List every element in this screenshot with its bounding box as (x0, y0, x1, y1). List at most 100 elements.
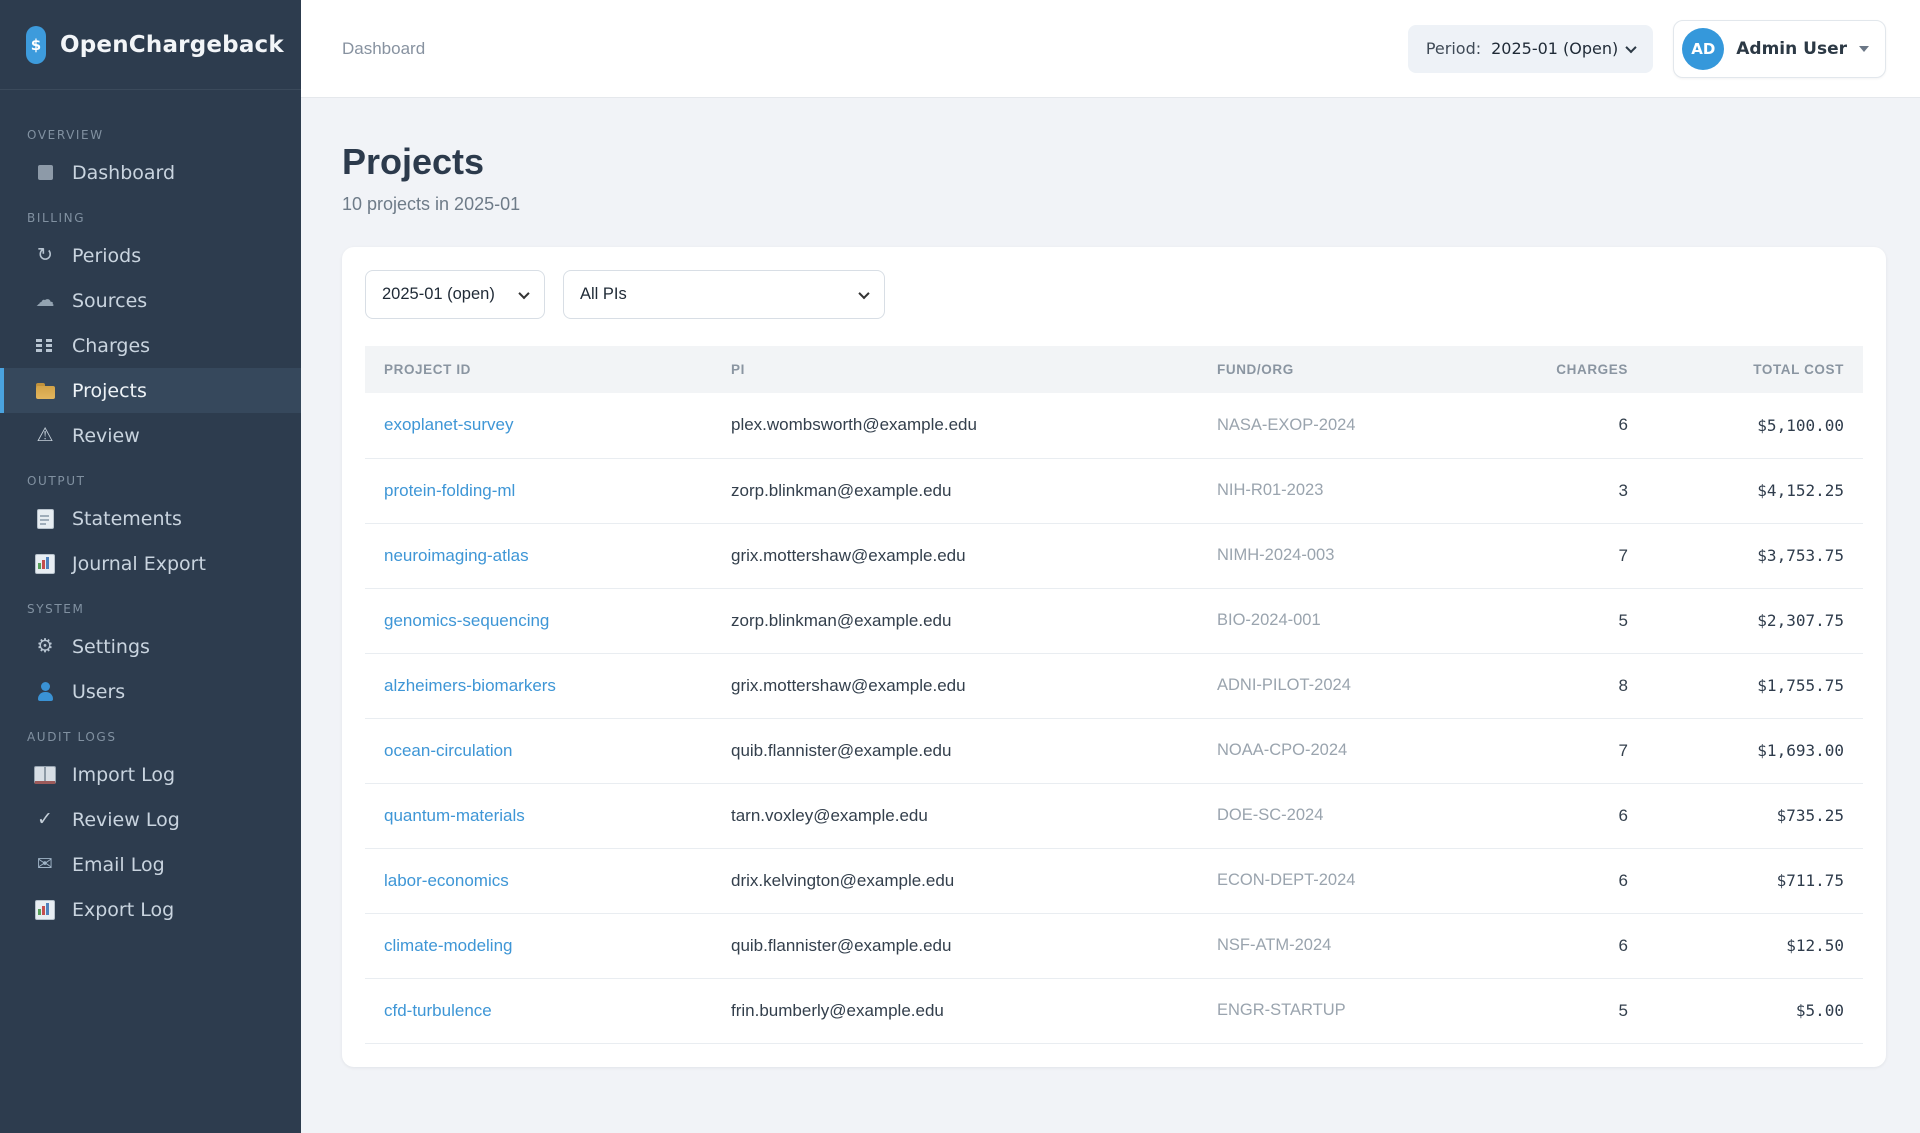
table-row: ocean-circulation quib.flannister@exampl… (365, 718, 1863, 784)
projects-table: PROJECT ID PI FUND/ORG CHARGES TOTAL COS… (365, 346, 1863, 1044)
project-id-cell: alzheimers-biomarkers (365, 653, 712, 719)
sidebar-item-import-log[interactable]: Import Log (0, 752, 301, 797)
project-link[interactable]: quantum-materials (384, 806, 525, 825)
total-cost-cell: $5,100.00 (1647, 393, 1863, 459)
charges-cell: 7 (1482, 718, 1647, 784)
project-link[interactable]: ocean-circulation (384, 741, 513, 760)
avatar: AD (1682, 27, 1725, 70)
col-header-pi: PI (731, 362, 745, 377)
total-cost-cell: $12.50 (1647, 913, 1863, 979)
charges-cell: 6 (1482, 848, 1647, 914)
sidebar-item-dashboard[interactable]: Dashboard (0, 150, 301, 195)
statements-icon (34, 508, 56, 530)
sidebar-item-periods[interactable]: Periods (0, 233, 301, 278)
project-link[interactable]: neuroimaging-atlas (384, 546, 529, 565)
sidebar-section-label: OVERVIEW (27, 128, 104, 142)
sidebar-item-statements[interactable]: Statements (0, 496, 301, 541)
charges-cell: 8 (1482, 653, 1647, 719)
sidebar-item-sources[interactable]: Sources (0, 278, 301, 323)
period-dropdown-value: 2025-01 (Open) (1491, 39, 1619, 58)
sidebar-section-audit-logs: AUDIT LOGS Import Log Review Log Email L… (0, 730, 301, 932)
period-filter-value: 2025-01 (open) (382, 285, 495, 303)
sidebar-item-export-log[interactable]: Export Log (0, 887, 301, 932)
col-header-project-id: PROJECT ID (384, 362, 472, 377)
total-cost-cell: $735.25 (1647, 783, 1863, 849)
period-filter-select[interactable]: 2025-01 (open) (365, 270, 545, 319)
fund-org-cell: NIMH-2024-003 (1198, 523, 1482, 589)
projects-icon (34, 380, 56, 402)
total-cost-cell: $1,693.00 (1647, 718, 1863, 784)
sidebar-item-charges[interactable]: Charges (0, 323, 301, 368)
charges-cell: 5 (1482, 588, 1647, 654)
project-id-cell: quantum-materials (365, 783, 712, 849)
sidebar-item-review[interactable]: Review (0, 413, 301, 458)
sidebar-item-projects[interactable]: Projects (0, 368, 301, 413)
fund-org-cell: NOAA-CPO-2024 (1198, 718, 1482, 784)
project-id-cell: ocean-circulation (365, 718, 712, 784)
topbar: Dashboard Period: 2025-01 (Open) AD Admi… (301, 0, 1920, 98)
fund-org-cell: NASA-EXOP-2024 (1198, 393, 1482, 459)
pi-cell: quib.flannister@example.edu (712, 718, 1198, 784)
sidebar-section-label: BILLING (27, 211, 86, 225)
project-link[interactable]: alzheimers-biomarkers (384, 676, 556, 695)
fund-org-cell: NIH-R01-2023 (1198, 458, 1482, 524)
table-row: neuroimaging-atlas grix.mottershaw@examp… (365, 523, 1863, 589)
total-cost-cell: $3,753.75 (1647, 523, 1863, 589)
sidebar-item-review-log[interactable]: Review Log (0, 797, 301, 842)
pi-cell: plex.wombsworth@example.edu (712, 393, 1198, 459)
main-area: Dashboard Period: 2025-01 (Open) AD Admi… (301, 0, 1920, 1133)
dollar-logo-icon: $ (26, 25, 46, 64)
pi-cell: frin.bumberly@example.edu (712, 978, 1198, 1044)
import-log-icon (34, 764, 56, 786)
journal-export-icon (34, 553, 56, 575)
content: Projects 10 projects in 2025-01 2025-01 … (301, 98, 1920, 1067)
project-id-cell: neuroimaging-atlas (365, 523, 712, 589)
total-cost-cell: $711.75 (1647, 848, 1863, 914)
charges-cell: 7 (1482, 523, 1647, 589)
sidebar-item-users[interactable]: Users (0, 669, 301, 714)
pi-cell: grix.mottershaw@example.edu (712, 523, 1198, 589)
charges-cell: 6 (1482, 783, 1647, 849)
fund-org-cell: NSF-ATM-2024 (1198, 913, 1482, 979)
sidebar-section-label: SYSTEM (27, 602, 85, 616)
chevron-down-icon (858, 287, 870, 299)
project-link[interactable]: protein-folding-ml (384, 481, 515, 500)
pi-filter-value: All PIs (580, 285, 627, 303)
pi-filter-select[interactable]: All PIs (563, 270, 885, 319)
project-link[interactable]: cfd-turbulence (384, 1001, 492, 1020)
app-title: OpenChargeback (60, 31, 284, 58)
fund-org-cell: ADNI-PILOT-2024 (1198, 653, 1482, 719)
table-row: cfd-turbulence frin.bumberly@example.edu… (365, 978, 1863, 1044)
period-dropdown[interactable]: 2025-01 (Open) (1491, 39, 1637, 58)
project-link[interactable]: genomics-sequencing (384, 611, 549, 630)
sidebar-section-system: SYSTEM Settings Users (0, 602, 301, 714)
table-row: climate-modeling quib.flannister@example… (365, 913, 1863, 979)
caret-down-icon (1859, 45, 1869, 52)
project-link[interactable]: exoplanet-survey (384, 415, 513, 434)
fund-org-cell: BIO-2024-001 (1198, 588, 1482, 654)
period-selector: Period: 2025-01 (Open) (1407, 24, 1654, 73)
project-id-cell: climate-modeling (365, 913, 712, 979)
filters: 2025-01 (open) All PIs (365, 270, 1863, 319)
breadcrumb[interactable]: Dashboard (342, 39, 425, 59)
sidebar-nav: OVERVIEW Dashboard BILLING Periods Sourc… (0, 90, 301, 932)
user-menu[interactable]: AD Admin User (1673, 19, 1886, 78)
export-log-icon (34, 899, 56, 921)
pi-cell: zorp.blinkman@example.edu (712, 458, 1198, 524)
sidebar-item-journal-export[interactable]: Journal Export (0, 541, 301, 586)
page-subtitle: 10 projects in 2025-01 (342, 194, 521, 214)
pi-cell: drix.kelvington@example.edu (712, 848, 1198, 914)
sidebar-item-settings[interactable]: Settings (0, 624, 301, 669)
col-header-fund-org: FUND/ORG (1217, 362, 1294, 377)
period-label: Period: (1425, 39, 1482, 58)
table-row: protein-folding-ml zorp.blinkman@example… (365, 458, 1863, 524)
project-link[interactable]: climate-modeling (384, 936, 513, 955)
sidebar-item-email-log[interactable]: Email Log (0, 842, 301, 887)
sources-icon (34, 290, 56, 312)
project-link[interactable]: labor-economics (384, 871, 509, 890)
sidebar-section-output: OUTPUT Statements Journal Export (0, 474, 301, 586)
brand: $ OpenChargeback (0, 0, 301, 90)
chevron-down-icon (518, 287, 530, 299)
sidebar-section-overview: OVERVIEW Dashboard (0, 128, 301, 195)
sidebar-section-label: OUTPUT (27, 474, 86, 488)
